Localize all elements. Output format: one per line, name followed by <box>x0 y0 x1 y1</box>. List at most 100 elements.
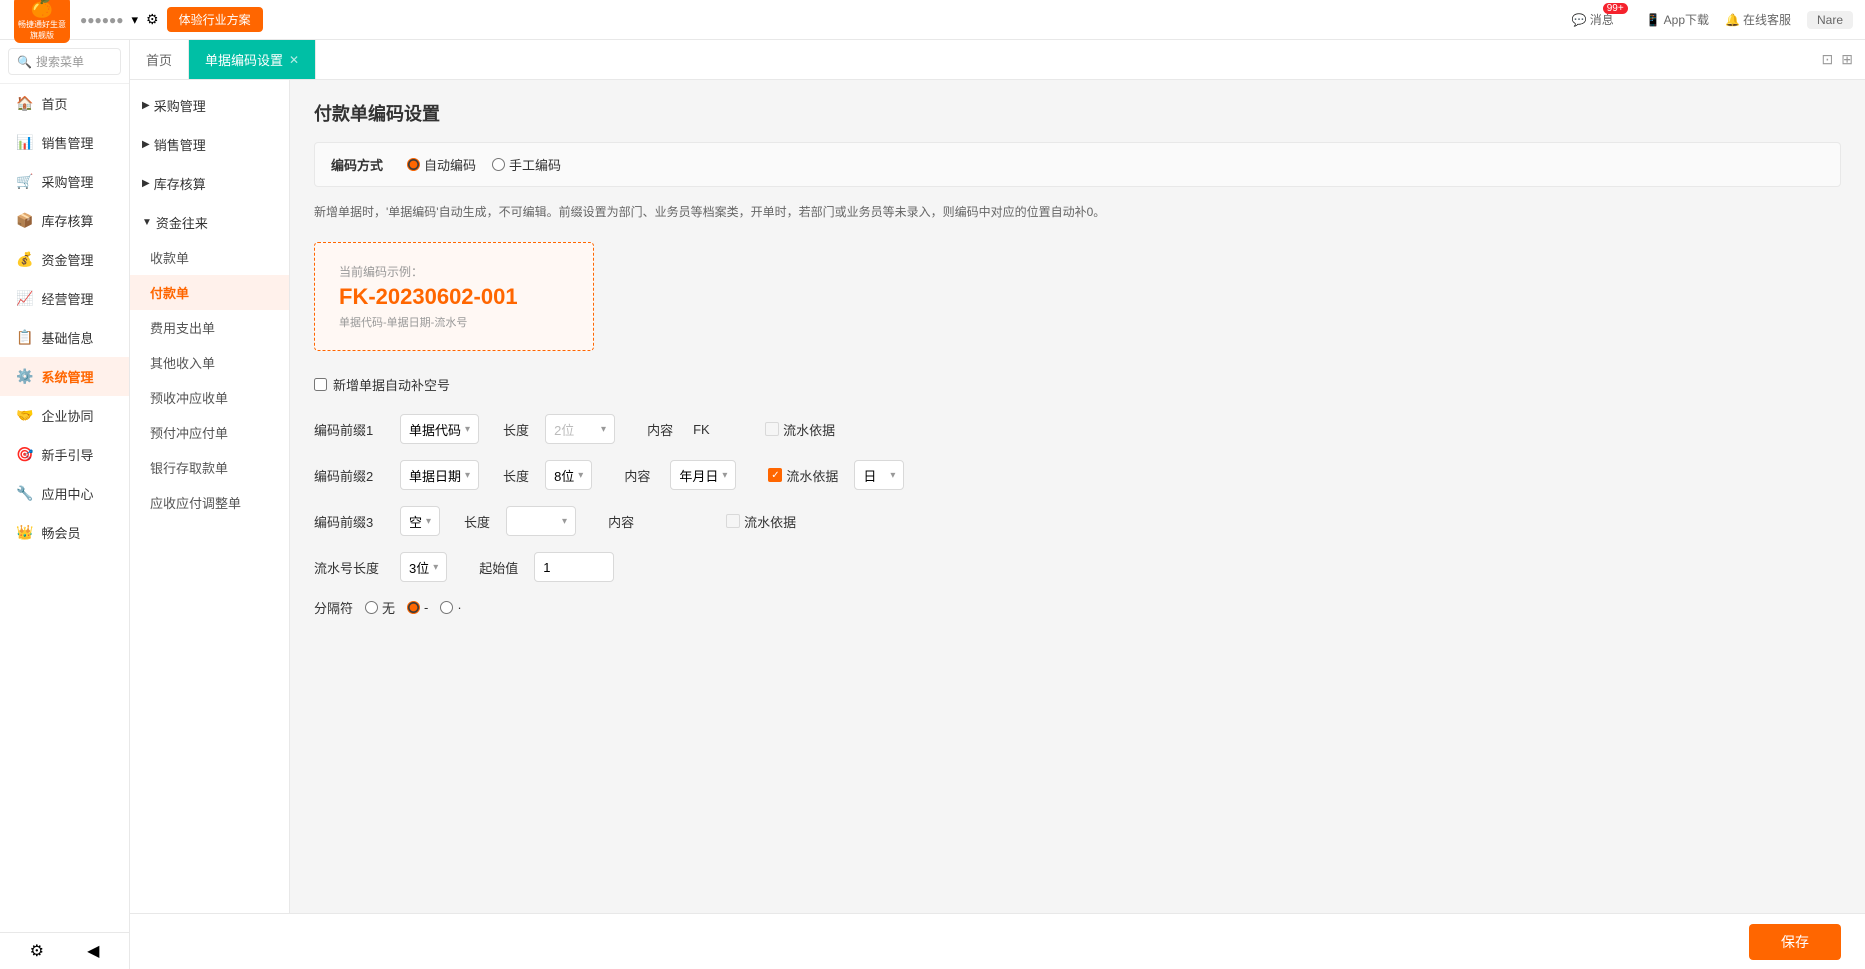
sidebar-search[interactable]: 🔍 搜索菜单 <box>0 40 129 84</box>
sub-header-inventory[interactable]: ▶ 库存核算 <box>130 166 289 201</box>
online-service-btn[interactable]: 🔔 在线客服 <box>1725 11 1791 28</box>
tab-close-icon[interactable]: ✕ <box>289 53 299 67</box>
manual-coding-radio[interactable] <box>492 158 505 171</box>
sub-header-capital[interactable]: ▼ 资金往来 <box>130 205 289 240</box>
sidebar-bottom: ⚙ ◀ <box>0 932 129 969</box>
prefix1-select[interactable]: 单据代码 ▾ <box>400 414 479 444</box>
sub-header-purchase[interactable]: ▶ 采购管理 <box>130 88 289 123</box>
sidebar-item-member[interactable]: 👑 畅会员 <box>0 513 129 552</box>
appcenter-icon: 🔧 <box>16 485 33 502</box>
service-icon: 🔔 <box>1725 13 1740 27</box>
manual-coding-option[interactable]: 手工编码 <box>492 155 561 174</box>
sub-item-prepayment[interactable]: 预付冲应付单 <box>130 415 289 450</box>
prefix1-length-arrow: ▾ <box>601 424 606 435</box>
auto-coding-option[interactable]: 自动编码 <box>407 155 476 174</box>
prefix2-select[interactable]: 单据日期 ▾ <box>400 460 479 490</box>
app-download-btn[interactable]: 📱 App下载 <box>1646 11 1709 28</box>
message-icon: 💬 <box>1572 13 1587 27</box>
prefix2-serial-row[interactable]: ✓ 流水依据 <box>768 466 838 485</box>
prefix3-serial-row[interactable]: 流水依据 <box>726 512 796 531</box>
save-button[interactable]: 保存 <box>1749 924 1841 960</box>
sidebar-item-enterprise[interactable]: 🤝 企业协同 <box>0 396 129 435</box>
prefix2-serial-checkbox[interactable]: ✓ <box>768 468 782 482</box>
experience-btn[interactable]: 体验行业方案 <box>167 7 263 32</box>
separator-none-option[interactable]: 无 <box>365 598 395 617</box>
sidebar-item-operations[interactable]: 📈 经营管理 <box>0 279 129 318</box>
prefix2-value: 单据日期 <box>409 466 461 485</box>
sidebar-label-guide: 新手引导 <box>41 445 93 464</box>
sidebar-item-basic[interactable]: 📋 基础信息 <box>0 318 129 357</box>
prefix3-select[interactable]: 空 ▾ <box>400 506 440 536</box>
sidebar-item-finance[interactable]: 💰 资金管理 <box>0 240 129 279</box>
serial-length-select[interactable]: 3位 ▾ <box>400 552 447 582</box>
prefix1-serial-checkbox[interactable] <box>765 422 779 436</box>
settings-icon[interactable]: ⚙ <box>146 11 159 28</box>
prefix1-label: 编码前缀1 <box>314 420 384 439</box>
separator-dot-radio[interactable] <box>407 601 420 614</box>
sidebar-label-finance: 资金管理 <box>41 250 93 269</box>
tab-encoding[interactable]: 单据编码设置 ✕ <box>189 40 316 79</box>
separator-dash-label: · <box>457 600 461 615</box>
top-header: 🍊 畅捷通好生意 旗舰版 ●●●●●● ▾ ⚙ 体验行业方案 💬 消息 99+ … <box>0 0 1865 40</box>
logo-icon: 🍊 <box>31 0 53 19</box>
sub-item-receipt[interactable]: 收款单 <box>130 240 289 275</box>
tab-home[interactable]: 首页 <box>130 40 189 79</box>
header-left: 🍊 畅捷通好生意 旗舰版 ●●●●●● ▾ ⚙ 体验行业方案 <box>12 2 263 38</box>
sub-item-adjust[interactable]: 应收应付调整单 <box>130 485 289 520</box>
tab-minimize-icon[interactable]: ⊡ <box>1822 51 1834 68</box>
prefix2-content-select[interactable]: 年月日 ▾ <box>670 460 736 490</box>
separator-dash-radio[interactable] <box>440 601 453 614</box>
sidebar: 🔍 搜索菜单 🏠 首页 📊 销售管理 🛒 采购管理 📦 库存核算 💰 资金管理 … <box>0 40 130 969</box>
user-info[interactable]: Nare <box>1807 11 1853 29</box>
sidebar-label-inventory: 库存核算 <box>41 211 93 230</box>
prefix2-length-select[interactable]: 8位 ▾ <box>545 460 592 490</box>
prefix2-period-select[interactable]: 日 ▾ <box>854 460 904 490</box>
prefix3-serial-checkbox[interactable] <box>726 514 740 528</box>
sub-item-bank[interactable]: 银行存取款单 <box>130 450 289 485</box>
prefix2-length-label: 长度 <box>503 466 529 485</box>
separator-dot-option[interactable]: - <box>407 600 428 615</box>
sidebar-item-sales[interactable]: 📊 销售管理 <box>0 123 129 162</box>
message-btn[interactable]: 💬 消息 99+ <box>1572 11 1614 28</box>
separator-none-radio[interactable] <box>365 601 378 614</box>
sub-item-prereceipt[interactable]: 预收冲应收单 <box>130 380 289 415</box>
prefix1-serial-row[interactable]: 流水依据 <box>765 420 835 439</box>
search-menu-btn[interactable]: 🔍 搜索菜单 <box>8 48 121 75</box>
sub-item-payment[interactable]: 付款单 <box>130 275 289 310</box>
sidebar-item-guide[interactable]: 🎯 新手引导 <box>0 435 129 474</box>
auto-coding-radio[interactable] <box>407 158 420 171</box>
auto-fill-checkbox[interactable] <box>314 378 327 391</box>
sidebar-item-inventory[interactable]: 📦 库存核算 <box>0 201 129 240</box>
prefix2-content-arrow: ▾ <box>722 470 727 481</box>
settings-bottom-icon[interactable]: ⚙ <box>30 941 44 961</box>
sub-item-expense[interactable]: 费用支出单 <box>130 310 289 345</box>
sidebar-item-appcenter[interactable]: 🔧 应用中心 <box>0 474 129 513</box>
separator-none-label: 无 <box>382 598 395 617</box>
main-layout: 🔍 搜索菜单 🏠 首页 📊 销售管理 🛒 采购管理 📦 库存核算 💰 资金管理 … <box>0 40 1865 969</box>
online-service-label: 在线客服 <box>1743 11 1791 28</box>
sub-item-other-income[interactable]: 其他收入单 <box>130 345 289 380</box>
start-value-label: 起始值 <box>479 558 518 577</box>
start-value-input[interactable] <box>534 552 614 582</box>
inventory-icon: 📦 <box>16 212 33 229</box>
sales-icon: 📊 <box>16 134 33 151</box>
prefix1-content-label: 内容 <box>647 420 673 439</box>
sub-label-capital: 资金往来 <box>156 213 208 232</box>
sidebar-item-home[interactable]: 🏠 首页 <box>0 84 129 123</box>
prefix1-content-val: FK <box>693 422 733 437</box>
sub-header-sales[interactable]: ▶ 销售管理 <box>130 127 289 162</box>
sidebar-item-system[interactable]: ⚙️ 系统管理 <box>0 357 129 396</box>
dropdown-arrow[interactable]: ▾ <box>132 12 139 28</box>
enterprise-icon: 🤝 <box>16 407 33 424</box>
sidebar-item-purchase[interactable]: 🛒 采购管理 <box>0 162 129 201</box>
tab-encoding-label: 单据编码设置 <box>205 50 283 69</box>
collapse-icon[interactable]: ◀ <box>87 941 99 961</box>
arrow-capital: ▼ <box>142 217 152 228</box>
tab-expand-icon[interactable]: ⊞ <box>1841 51 1853 68</box>
sub-label-inventory: 库存核算 <box>154 174 206 193</box>
separator-dot-label: - <box>424 600 428 615</box>
finance-icon: 💰 <box>16 251 33 268</box>
sidebar-label-enterprise: 企业协同 <box>41 406 93 425</box>
separator-dash-option[interactable]: · <box>440 600 461 615</box>
app-logo: 🍊 畅捷通好生意 旗舰版 <box>12 2 72 38</box>
